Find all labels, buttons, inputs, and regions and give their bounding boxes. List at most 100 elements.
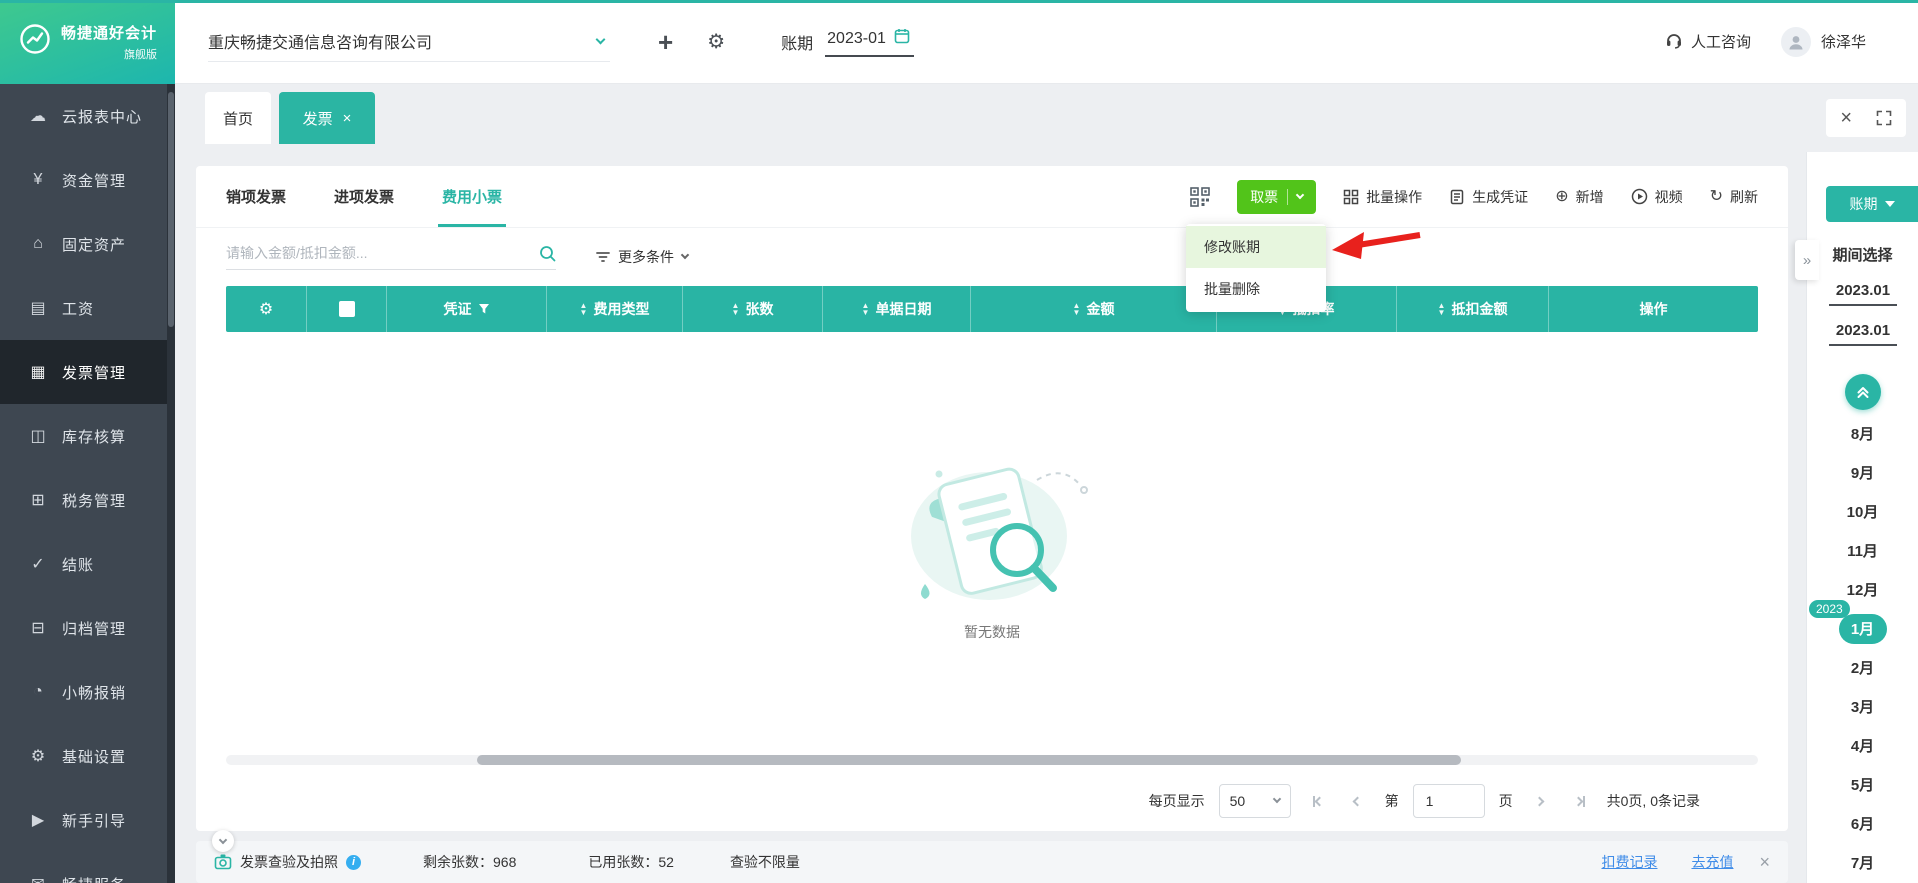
add-new-button[interactable]: ⊕ 新增 bbox=[1555, 187, 1603, 207]
filter-row: 更多条件 bbox=[196, 228, 1788, 286]
select-all-checkbox[interactable] bbox=[338, 301, 355, 317]
get-invoice-button[interactable]: 取票 bbox=[1237, 179, 1317, 214]
sidebar-item-basic-settings[interactable]: ⚙ 基础设置 bbox=[0, 724, 175, 788]
month-item[interactable]: 2月 bbox=[1807, 648, 1918, 687]
button-divider bbox=[1287, 188, 1289, 205]
month-item[interactable]: 3月 bbox=[1807, 687, 1918, 726]
sidebar-item-service[interactable]: ✉ 畅捷服务 bbox=[0, 852, 175, 883]
menu-item-modify-period[interactable]: 修改账期 bbox=[1186, 226, 1326, 268]
settings-gear-icon[interactable]: ⚙ bbox=[707, 29, 725, 54]
sidebar-scrollbar-thumb[interactable] bbox=[168, 92, 174, 327]
sidebar-item-archive[interactable]: ⊟ 归档管理 bbox=[0, 596, 175, 660]
column-gear-icon[interactable]: ⚙ bbox=[259, 299, 273, 319]
select-all-cell bbox=[306, 286, 386, 332]
month-item[interactable]: 8月 bbox=[1807, 414, 1918, 453]
invoice-icon: ▦ bbox=[30, 364, 46, 381]
sidebar-item-funds[interactable]: ¥ 资金管理 bbox=[0, 148, 175, 212]
tab-invoice[interactable]: 发票 × bbox=[279, 92, 375, 144]
refresh-button[interactable]: ↻ 刷新 bbox=[1710, 187, 1758, 207]
footer-collapse-button[interactable] bbox=[212, 830, 234, 852]
horizontal-scrollbar-thumb[interactable] bbox=[477, 755, 1461, 765]
batch-operations-button[interactable]: 批量操作 bbox=[1343, 187, 1422, 207]
tab-sales-invoice[interactable]: 销项发票 bbox=[226, 166, 286, 227]
top-accent-strip bbox=[0, 0, 1918, 3]
empty-state-illustration bbox=[911, 467, 1088, 600]
close-tab-icon[interactable]: × bbox=[343, 111, 352, 126]
sort-icon[interactable]: ▲▼ bbox=[580, 302, 588, 317]
calendar-icon bbox=[894, 28, 910, 49]
sort-icon[interactable]: ▲▼ bbox=[732, 302, 740, 317]
prev-page-button[interactable] bbox=[1345, 788, 1371, 814]
period-panel-title: 期间选择 bbox=[1832, 247, 1893, 264]
sidebar-item-reimburse[interactable]: ◔ 小畅报销 bbox=[0, 660, 175, 724]
qr-code-icon[interactable] bbox=[1190, 186, 1210, 207]
tab-home[interactable]: 首页 bbox=[205, 92, 271, 144]
month-list: 8月 9月 10月 11月 12月 1月 2月 3月 4月 5月 6月 7月 bbox=[1807, 414, 1918, 882]
month-item[interactable]: 11月 bbox=[1807, 531, 1918, 570]
scroll-up-button[interactable] bbox=[1845, 374, 1881, 410]
sidebar-item-tax[interactable]: ⊞ 税务管理 bbox=[0, 468, 175, 532]
menu-item-batch-delete[interactable]: 批量删除 bbox=[1186, 268, 1326, 310]
month-item[interactable]: 6月 bbox=[1807, 804, 1918, 843]
invoice-type-tabs: 销项发票 进项发票 费用小票 bbox=[226, 166, 507, 227]
period-date-to[interactable]: 2023.01 bbox=[1829, 322, 1897, 346]
support-button[interactable]: 人工咨询 bbox=[1665, 31, 1751, 53]
info-icon[interactable]: i bbox=[346, 854, 361, 870]
close-footer-icon[interactable]: × bbox=[1759, 853, 1770, 871]
search-icon[interactable] bbox=[539, 245, 556, 262]
generate-voucher-button[interactable]: 生成凭证 bbox=[1449, 187, 1528, 207]
funds-icon: ¥ bbox=[33, 171, 43, 188]
add-account-button[interactable]: + bbox=[658, 29, 673, 55]
play-circle-icon bbox=[1631, 188, 1647, 205]
next-page-button[interactable] bbox=[1527, 788, 1553, 814]
period-date-from[interactable]: 2023.01 bbox=[1829, 282, 1897, 306]
header-deduction-amount: ▲ ▼ 抵扣金额 bbox=[1396, 286, 1548, 332]
period-picker[interactable]: 2023-01 bbox=[825, 26, 914, 57]
month-item[interactable]: 5月 bbox=[1807, 765, 1918, 804]
brand-logo: 畅捷通好会计 旗舰版 bbox=[0, 0, 175, 84]
avatar bbox=[1780, 26, 1811, 57]
last-page-button[interactable] bbox=[1567, 788, 1593, 814]
sort-icon[interactable]: ▲▼ bbox=[862, 302, 870, 317]
fullscreen-icon[interactable] bbox=[1876, 110, 1892, 126]
batch-grid-icon bbox=[1343, 189, 1359, 204]
per-page-select[interactable]: 50 bbox=[1218, 784, 1291, 818]
pagination-total: 共0页, 0条记录 bbox=[1606, 793, 1700, 809]
recharge-link[interactable]: 去充值 bbox=[1691, 852, 1733, 872]
filter-funnel-icon bbox=[596, 252, 610, 262]
filter-funnel-icon[interactable] bbox=[478, 303, 490, 315]
sidebar-item-cloud-reports[interactable]: ☁ 云报表中心 bbox=[0, 84, 175, 148]
sort-icon[interactable]: ▲▼ bbox=[1073, 302, 1081, 317]
tab-input-invoice[interactable]: 进项发票 bbox=[334, 166, 394, 227]
sidebar-item-invoice-mgmt[interactable]: ▦ 发票管理 bbox=[0, 340, 175, 404]
app-window: 畅捷通好会计 旗舰版 重庆畅捷交通信息咨询有限公司 + ⚙ 账期 2023-01 bbox=[0, 0, 1918, 883]
user-menu[interactable]: 徐泽华 bbox=[1780, 26, 1866, 57]
tab-strip-controls: × bbox=[1826, 99, 1906, 137]
month-item[interactable]: 4月 bbox=[1807, 726, 1918, 765]
sort-icon[interactable]: ▲▼ bbox=[1438, 302, 1446, 317]
column-settings-cell: ⚙ bbox=[226, 286, 306, 332]
period-tag-button[interactable]: 账期 bbox=[1826, 186, 1918, 222]
fee-record-link[interactable]: 扣费记录 bbox=[1601, 852, 1657, 872]
sidebar-item-closing[interactable]: ✓ 结账 bbox=[0, 532, 175, 596]
more-filters-button[interactable]: 更多条件 bbox=[596, 247, 690, 267]
brand-logo-icon bbox=[18, 22, 52, 61]
brand-text: 畅捷通好会计 旗舰版 bbox=[61, 22, 157, 62]
tab-expense-receipt[interactable]: 费用小票 bbox=[438, 166, 507, 227]
page-number-input[interactable] bbox=[1412, 784, 1485, 818]
first-page-button[interactable] bbox=[1305, 788, 1331, 814]
chevron-down-icon bbox=[1295, 190, 1305, 199]
close-icon[interactable]: × bbox=[1840, 108, 1852, 128]
sidebar-item-fixed-assets[interactable]: ⌂ 固定资产 bbox=[0, 212, 175, 276]
sidebar-item-inventory[interactable]: ◫ 库存核算 bbox=[0, 404, 175, 468]
invoice-scan-group[interactable]: 发票查验及拍照 i bbox=[214, 852, 361, 872]
month-item[interactable]: 7月 bbox=[1807, 843, 1918, 882]
month-item[interactable]: 10月 bbox=[1807, 492, 1918, 531]
sidebar-item-beginner-guide[interactable]: ▶ 新手引导 bbox=[0, 788, 175, 852]
sidebar-item-salary[interactable]: ▤ 工资 bbox=[0, 276, 175, 340]
company-selector[interactable]: 重庆畅捷交通信息咨询有限公司 bbox=[208, 29, 610, 62]
month-item[interactable]: 9月 bbox=[1807, 453, 1918, 492]
chevron-down-icon bbox=[595, 34, 606, 44]
video-button[interactable]: 视频 bbox=[1631, 187, 1683, 207]
search-input[interactable] bbox=[226, 245, 539, 261]
